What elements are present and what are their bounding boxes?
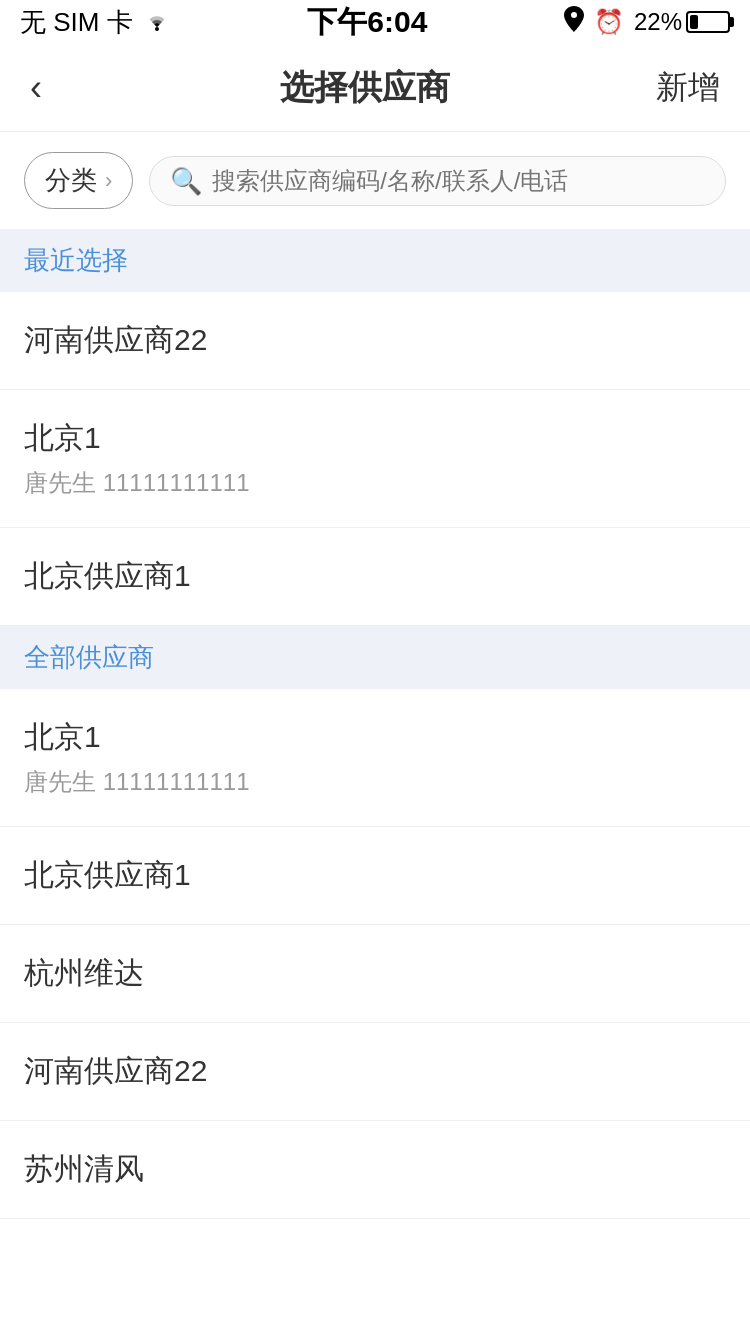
all-section-label: 全部供应商 [24,642,154,672]
list-item[interactable]: 北京供应商1 [0,528,750,626]
add-button[interactable]: 新增 [640,66,720,110]
page-title: 选择供应商 [90,65,640,111]
status-carrier-wifi: 无 SIM 卡 [20,5,171,40]
alarm-icon: ⏰ [594,8,624,36]
status-bar: 无 SIM 卡 下午6:04 ⏰ 22% [0,0,750,44]
item-name: 北京1 [24,418,726,459]
category-label: 分类 [45,163,97,198]
recent-items-list: 河南供应商22 北京1 唐先生 11111111111 北京供应商1 [0,292,750,626]
list-item[interactable]: 北京1 唐先生 11111111111 [0,689,750,827]
item-sub: 唐先生 11111111111 [24,467,726,499]
list-item[interactable]: 河南供应商22 [0,292,750,390]
list-item[interactable]: 北京1 唐先生 11111111111 [0,390,750,528]
search-input[interactable] [212,167,705,195]
list-item[interactable]: 河南供应商22 [0,1023,750,1121]
item-name: 杭州维达 [24,953,726,994]
chevron-right-icon: › [105,168,112,194]
list-item[interactable]: 杭州维达 [0,925,750,1023]
battery-icon [686,11,730,33]
svg-point-0 [155,27,159,31]
battery-indicator: 22% [634,8,730,36]
category-button[interactable]: 分类 › [24,152,133,209]
recent-section-header: 最近选择 [0,229,750,292]
search-icon: 🔍 [170,168,202,194]
recent-section-label: 最近选择 [24,245,128,275]
wifi-icon [143,7,171,38]
back-button[interactable]: ‹ [30,67,90,109]
item-name: 北京供应商1 [24,556,726,597]
all-items-list: 北京1 唐先生 11111111111 北京供应商1 杭州维达河南供应商22 苏州清风 [0,689,750,1219]
status-right: ⏰ 22% [564,6,730,38]
list-item[interactable]: 北京供应商1 [0,827,750,925]
search-box[interactable]: 🔍 [149,156,726,206]
item-name: 河南供应商22 [24,320,726,361]
item-name: 河南供应商22 [24,1051,726,1092]
carrier-text: 无 SIM 卡 [20,5,133,40]
all-section-header: 全部供应商 [0,626,750,689]
location-icon [564,6,584,38]
battery-percent: 22% [634,8,682,36]
item-name: 苏州清风 [24,1149,726,1190]
status-time: 下午6:04 [307,2,427,43]
filter-bar: 分类 › 🔍 [0,132,750,229]
list-item[interactable]: 苏州清风 [0,1121,750,1219]
item-sub: 唐先生 11111111111 [24,766,726,798]
item-name: 北京供应商1 [24,855,726,896]
item-name: 北京1 [24,717,726,758]
nav-bar: ‹ 选择供应商 新增 [0,44,750,132]
